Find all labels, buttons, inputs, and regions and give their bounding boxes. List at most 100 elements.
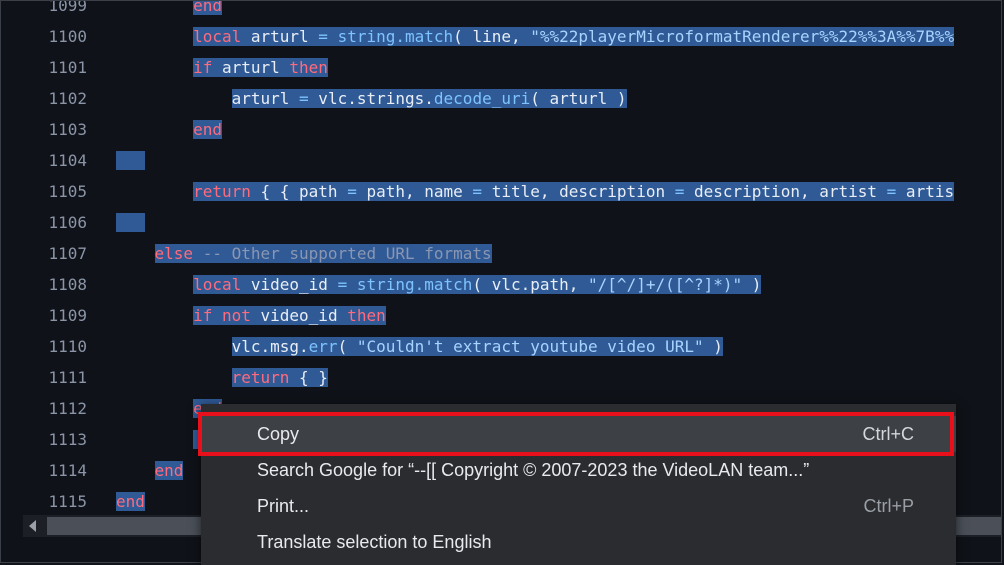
code-token: arturl	[241, 27, 319, 46]
code-token: if	[193, 58, 213, 77]
line-number: 1102	[48, 89, 87, 108]
line-number: 1115	[48, 492, 87, 511]
code-line[interactable]: 1104	[1, 145, 1001, 176]
code-token: "/[^/]+/([^?]*)"	[588, 275, 743, 294]
code-text: if arturl then	[116, 52, 1001, 83]
code-token: "Couldn't extract youtube video URL"	[356, 337, 704, 356]
selection-highlight: if arturl then	[193, 58, 328, 77]
code-line[interactable]: 1111 return { }	[1, 362, 1001, 393]
code-token: if	[193, 306, 213, 325]
code-token: artis	[896, 182, 955, 201]
code-line[interactable]: 1103 end	[1, 114, 1001, 145]
code-token: return	[193, 182, 251, 201]
code-line[interactable]: 1102 arturl = vlc.strings.decode_uri( ar…	[1, 83, 1001, 114]
selection-highlight: arturl = vlc.strings.decode_uri( arturl …	[231, 89, 627, 108]
code-text: local arturl = string.match( line, "%%22…	[116, 21, 1001, 52]
code-token: (	[337, 337, 357, 356]
code-token: local	[193, 27, 242, 46]
code-token: =	[886, 182, 897, 201]
code-line[interactable]: 1107 else -- Other supported URL formats	[1, 238, 1001, 269]
selection-highlight: return { { path = path, name = title, de…	[193, 182, 955, 201]
code-token: then	[289, 58, 328, 77]
code-token: path, name	[356, 182, 473, 201]
scroll-left-arrow-icon[interactable]	[29, 520, 36, 532]
code-text: return { { path = path, name = title, de…	[116, 176, 1001, 207]
code-line[interactable]: 1106	[1, 207, 1001, 238]
selection-highlight: end	[193, 120, 222, 139]
code-line[interactable]: 1099 end	[1, 0, 1001, 21]
code-token: { { path	[250, 182, 348, 201]
menu-item-shortcut: Ctrl+P	[863, 496, 914, 516]
code-token: )	[742, 275, 762, 294]
selection-highlight	[116, 213, 145, 232]
code-token: video_id	[250, 306, 348, 325]
code-token: return	[231, 368, 290, 387]
menu-item-label: Search Google for “--[[ Copyright © 2007…	[257, 460, 810, 480]
menu-item-translate[interactable]: Translate selection to English	[201, 524, 956, 560]
code-text: else -- Other supported URL formats	[116, 238, 1001, 269]
code-text: end	[116, 114, 1001, 145]
selection-highlight: end	[154, 461, 184, 480]
menu-item-search-google[interactable]: Search Google for “--[[ Copyright © 2007…	[201, 452, 956, 488]
line-number: 1114	[48, 461, 87, 480]
code-token: local	[193, 275, 242, 294]
code-line[interactable]: 1109 if not video_id then	[1, 300, 1001, 331]
selection-highlight: return { }	[231, 368, 328, 387]
code-token: else	[154, 244, 194, 263]
code-token: string.match	[356, 275, 473, 294]
code-text: vlc.msg.err( "Couldn't extract youtube v…	[116, 331, 1001, 362]
code-token: string.match	[337, 27, 454, 46]
code-line[interactable]: 1101 if arturl then	[1, 52, 1001, 83]
code-text	[116, 207, 1001, 238]
code-token: { }	[289, 368, 328, 387]
line-number: 1108	[48, 275, 87, 294]
code-token: end	[154, 461, 184, 480]
code-token: )	[703, 337, 723, 356]
selection-highlight: end	[193, 1, 222, 15]
code-token: end	[116, 492, 145, 511]
line-number: 1110	[48, 337, 87, 356]
line-number: 1099	[48, 0, 87, 15]
code-token: ( arturl )	[530, 89, 627, 108]
code-token: -- Other supported URL formats	[193, 244, 492, 263]
selection-highlight: else -- Other supported URL formats	[154, 244, 492, 263]
code-token: "%%22playerMicroformatRenderer%%22%%3A%%…	[530, 27, 955, 46]
selection-highlight: if not video_id then	[193, 306, 386, 325]
code-token: title, description	[482, 182, 675, 201]
line-number: 1113	[48, 430, 87, 449]
code-token: ( line,	[453, 27, 531, 46]
code-token: err	[308, 337, 338, 356]
line-number: 1107	[48, 244, 87, 263]
line-number: 1100	[48, 27, 87, 46]
code-token: not	[221, 306, 251, 325]
code-token: arturl	[212, 58, 290, 77]
code-text	[116, 145, 1001, 176]
menu-item-print[interactable]: Print... Ctrl+P	[201, 488, 956, 524]
code-token: vlc.strings.	[308, 89, 434, 108]
code-token: =	[299, 89, 309, 108]
line-number: 1101	[48, 58, 87, 77]
line-number: 1104	[48, 151, 87, 170]
selection-highlight: local video_id = string.match( vlc.path,…	[193, 275, 762, 294]
code-text: arturl = vlc.strings.decode_uri( arturl …	[116, 83, 1001, 114]
code-token: =	[674, 182, 685, 201]
line-number: 1106	[48, 213, 87, 232]
code-token: arturl	[231, 89, 300, 108]
code-line[interactable]: 1108 local video_id = string.match( vlc.…	[1, 269, 1001, 300]
code-token: end	[193, 120, 222, 139]
code-line[interactable]: 1110 vlc.msg.err( "Couldn't extract yout…	[1, 331, 1001, 362]
selection-highlight: vlc.msg.err( "Couldn't extract youtube v…	[231, 337, 723, 356]
code-text: local video_id = string.match( vlc.path,…	[116, 269, 1001, 300]
code-text: if not video_id then	[116, 300, 1001, 331]
code-token: description, artist	[684, 182, 887, 201]
code-line[interactable]: 1100 local arturl = string.match( line, …	[1, 21, 1001, 52]
line-number: 1111	[48, 368, 87, 387]
line-number: 1105	[48, 182, 87, 201]
code-token: =	[347, 182, 357, 201]
code-line[interactable]: 1105 return { { path = path, name = titl…	[1, 176, 1001, 207]
